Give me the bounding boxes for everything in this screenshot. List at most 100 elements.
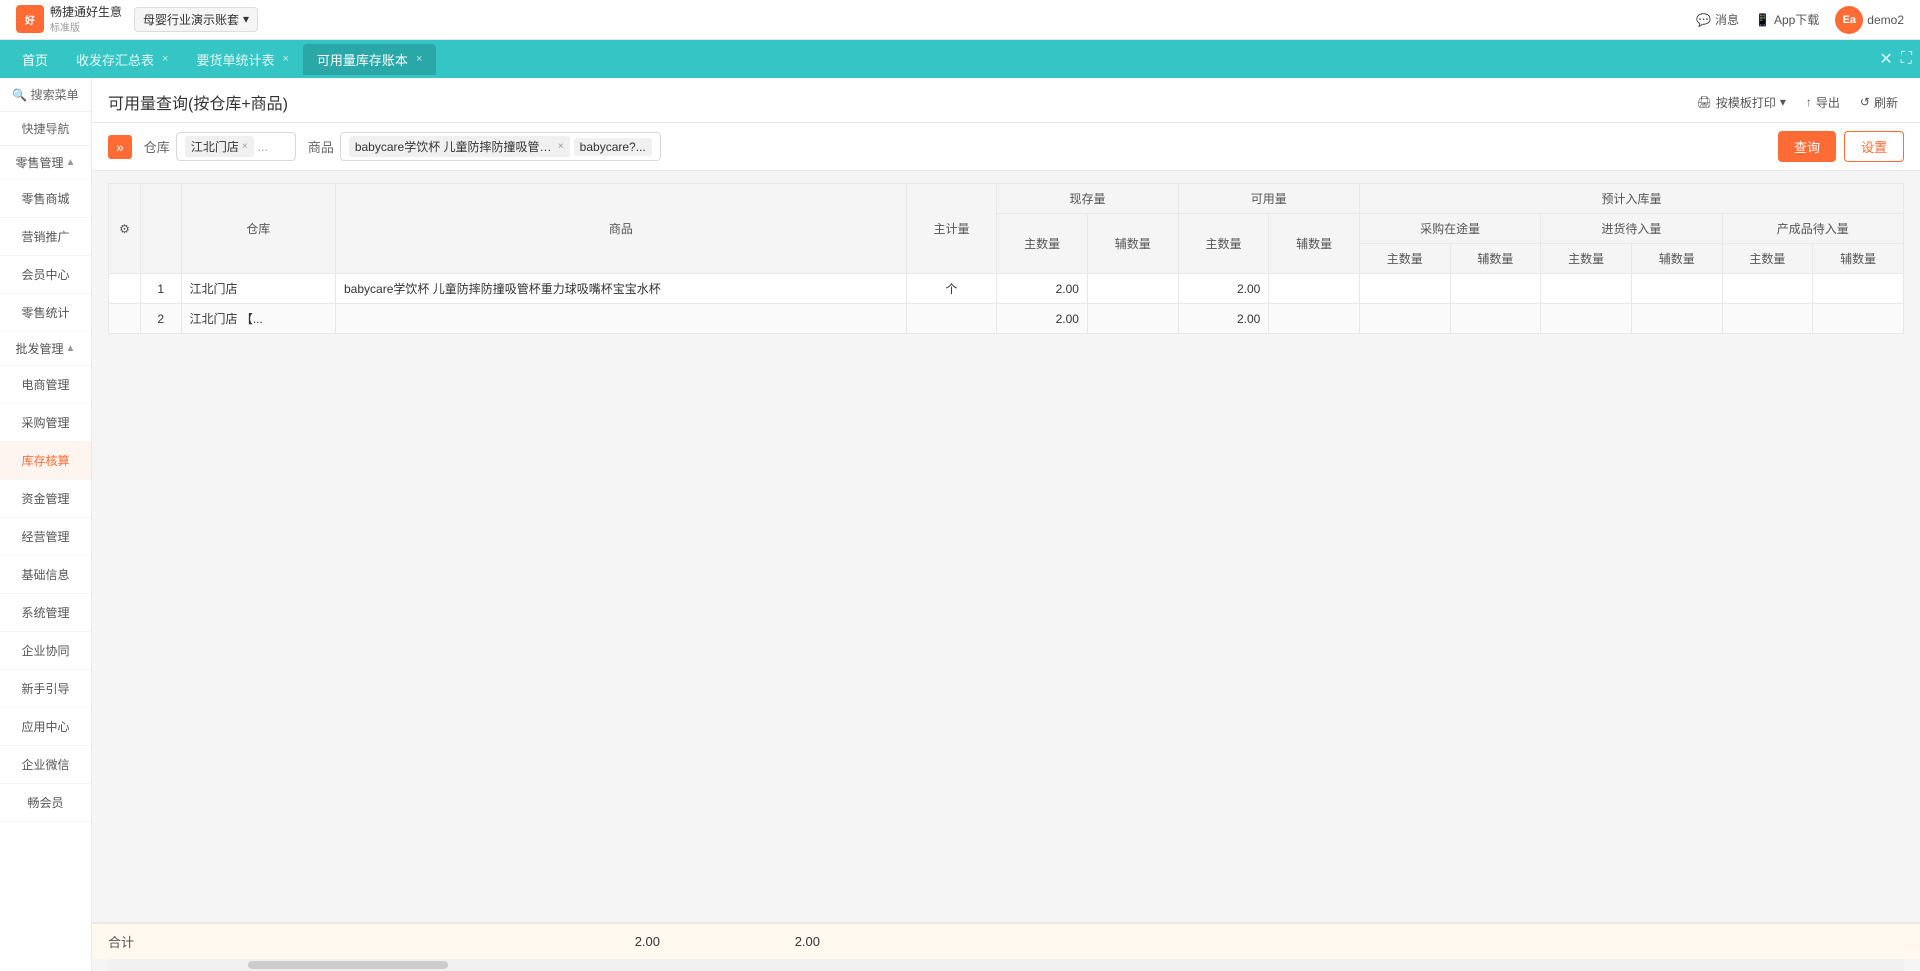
sidebar-item-base-info[interactable]: 基础信息 (0, 556, 91, 594)
sidebar-item-collaboration[interactable]: 企业协同 (0, 632, 91, 670)
warehouse-tag: 江北门店 × (185, 136, 254, 157)
sidebar-item-label-member: 畅会员 (27, 794, 63, 811)
sidebar-item-label-tutorial: 新手引导 (21, 680, 69, 697)
sidebar-item-label-purchase: 采购管理 (21, 414, 69, 431)
home-label: 首页 (22, 53, 48, 68)
sidebar-item-operations[interactable]: 经营管理 (0, 518, 91, 556)
top-bar-left: 好 畅捷通好生意 标准版 母婴行业演示账套 ▾ (16, 5, 258, 34)
tab-available-close[interactable]: × (416, 53, 422, 65)
group-warehouse: 江北门店 【... (181, 304, 336, 334)
data-table: ⚙ 仓库 商品 主计量 现存量 可用量 预计入库量 主数量 辅数量 (108, 183, 1904, 334)
message-icon: 💬 (1696, 13, 1711, 27)
refresh-button[interactable]: ↺ 刷新 (1854, 91, 1904, 114)
tab-home[interactable]: 首页 (8, 44, 62, 75)
col-incoming-main-header: 主数量 (1541, 244, 1632, 274)
settings-button[interactable]: 设置 (1844, 131, 1904, 162)
page-header: 可用量查询(按仓库+商品) 🖨 按模板打印 ▾ ↑ 导出 ↺ 刷新 (92, 78, 1920, 123)
content-area: 可用量查询(按仓库+商品) 🖨 按模板打印 ▾ ↑ 导出 ↺ 刷新 (92, 78, 1920, 971)
col-production-main-header: 主数量 (1722, 244, 1813, 274)
logo-icon: 好 (16, 5, 44, 33)
print-button[interactable]: 🖨 按模板打印 ▾ (1691, 91, 1792, 114)
sidebar-item-ecommerce[interactable]: 电商管理 (0, 366, 91, 404)
filter-toggle-button[interactable]: » (108, 135, 132, 159)
avatar: Ea (1835, 6, 1863, 34)
sidebar-item-wholesale[interactable]: 批发管理 ▲ (0, 332, 91, 366)
sidebar-item-finance[interactable]: 资金管理 (0, 480, 91, 518)
app-download-button[interactable]: 📱 App下载 (1755, 11, 1819, 28)
product-tag-1-close[interactable]: × (558, 141, 564, 152)
sidebar-item-member[interactable]: 畅会员 (0, 784, 91, 822)
group-purchase-aux (1450, 304, 1541, 334)
sidebar-item-retail-mall[interactable]: 零售商城 (0, 180, 91, 218)
org-name: 母婴行业演示账套 (143, 11, 239, 28)
scroll-bar-area (108, 959, 1904, 971)
tab-order-stats[interactable]: 要货单统计表 × (182, 44, 302, 75)
sidebar-item-retail-stats[interactable]: 零售统计 (0, 294, 91, 332)
tab-available-stock[interactable]: 可用量库存账本 × (303, 44, 436, 75)
group-product (336, 304, 907, 334)
sidebar-item-tutorial[interactable]: 新手引导 (0, 670, 91, 708)
export-button[interactable]: ↑ 导出 (1800, 91, 1846, 114)
logo-sub: 标准版 (50, 19, 122, 34)
row1-available-main-qty: 2.00 (1178, 274, 1269, 304)
warehouse-more[interactable]: ... (258, 140, 268, 154)
table-area: ⚙ 仓库 商品 主计量 现存量 可用量 预计入库量 主数量 辅数量 (92, 171, 1920, 922)
sidebar-search[interactable]: 🔍 搜索菜单 (0, 78, 91, 112)
sidebar-quick-nav[interactable]: 快捷导航 (0, 112, 91, 146)
col-index-header (141, 184, 182, 274)
footer-label: 合计 (108, 932, 134, 951)
filter-bar: » 仓库 江北门店 × ... 商品 babycare学饮杯 儿童防摔防撞吸管杯… (92, 123, 1920, 171)
org-selector[interactable]: 母婴行业演示账套 ▾ (134, 7, 258, 32)
page-actions: 🖨 按模板打印 ▾ ↑ 导出 ↺ 刷新 (1691, 91, 1904, 114)
user-area[interactable]: Ea demo2 (1835, 6, 1904, 34)
tab-order-close[interactable]: × (282, 53, 288, 65)
tab-receive-summary[interactable]: 收发存汇总表 × (62, 44, 182, 75)
messages-button[interactable]: 💬 消息 (1696, 11, 1739, 28)
sidebar-item-purchase[interactable]: 采购管理 (0, 404, 91, 442)
sidebar-item-label-wholesale: 批发管理 (16, 340, 64, 357)
group-available-aux (1269, 304, 1360, 334)
sidebar-item-inventory[interactable]: 库存核算 (0, 442, 91, 480)
logo-area: 好 畅捷通好生意 标准版 (16, 5, 122, 34)
sidebar-item-marketing[interactable]: 营销推广 (0, 218, 91, 256)
search-label: 搜索菜单 (31, 88, 79, 102)
chevron-down-icon: ▾ (243, 12, 249, 26)
row1-current-main-qty: 2.00 (997, 274, 1088, 304)
logo-text: 畅捷通好生意 (50, 5, 122, 19)
gear-icon[interactable]: ⚙ (119, 222, 130, 236)
col-gear-header: ⚙ (109, 184, 141, 274)
sidebar-item-wechat[interactable]: 企业微信 (0, 746, 91, 784)
group-main-unit (906, 304, 997, 334)
row1-incoming-main (1541, 274, 1632, 304)
product-tag-1: babycare学饮杯 儿童防摔防撞吸管杯重力球吸嘴杯宝宝水杯 × (349, 136, 570, 157)
group-current-aux (1087, 304, 1178, 334)
group-incoming-main (1541, 304, 1632, 334)
print-icon: 🖨 (1697, 95, 1712, 109)
sidebar-item-system[interactable]: 系统管理 (0, 594, 91, 632)
expand-button[interactable]: ⛶ (1901, 50, 1912, 68)
warehouse-tag-container[interactable]: 江北门店 × ... (176, 132, 296, 161)
query-button[interactable]: 查询 (1778, 131, 1836, 162)
warehouse-tag-close[interactable]: × (242, 141, 248, 152)
sidebar-item-membership[interactable]: 会员中心 (0, 256, 91, 294)
sidebar-item-label-wechat: 企业微信 (21, 756, 69, 773)
quick-nav-label: 快捷导航 (21, 122, 69, 136)
close-all-tabs-button[interactable]: ✕ (1879, 49, 1892, 69)
sidebar-item-label-retail-mall: 零售商城 (21, 190, 69, 207)
tab-order-label: 要货单统计表 (196, 50, 274, 69)
sidebar-item-app-center[interactable]: 应用中心 (0, 708, 91, 746)
tab-available-label: 可用量库存账本 (317, 50, 408, 69)
scroll-thumb[interactable] (248, 961, 448, 969)
row1-current-aux-qty (1087, 274, 1178, 304)
tab-receive-close[interactable]: × (162, 53, 168, 65)
sidebar-item-retail-mgmt[interactable]: 零售管理 ▲ (0, 146, 91, 180)
product-tag-container[interactable]: babycare学饮杯 儿童防摔防撞吸管杯重力球吸嘴杯宝宝水杯 × babyca… (340, 132, 661, 161)
top-bar-right: 💬 消息 📱 App下载 Ea demo2 (1696, 6, 1904, 34)
table-footer: 合计 2.00 2.00 (92, 922, 1920, 959)
top-bar: 好 畅捷通好生意 标准版 母婴行业演示账套 ▾ 💬 消息 📱 App下载 Ea … (0, 0, 1920, 40)
sidebar-item-label-retail-stats: 零售统计 (21, 304, 69, 321)
col-available-header: 可用量 (1178, 184, 1359, 214)
product-tag-1-text: babycare学饮杯 儿童防摔防撞吸管杯重力球吸嘴杯宝宝水杯 (355, 138, 555, 155)
user-name: demo2 (1867, 13, 1904, 27)
chevron-icon-wholesale: ▲ (66, 343, 76, 354)
